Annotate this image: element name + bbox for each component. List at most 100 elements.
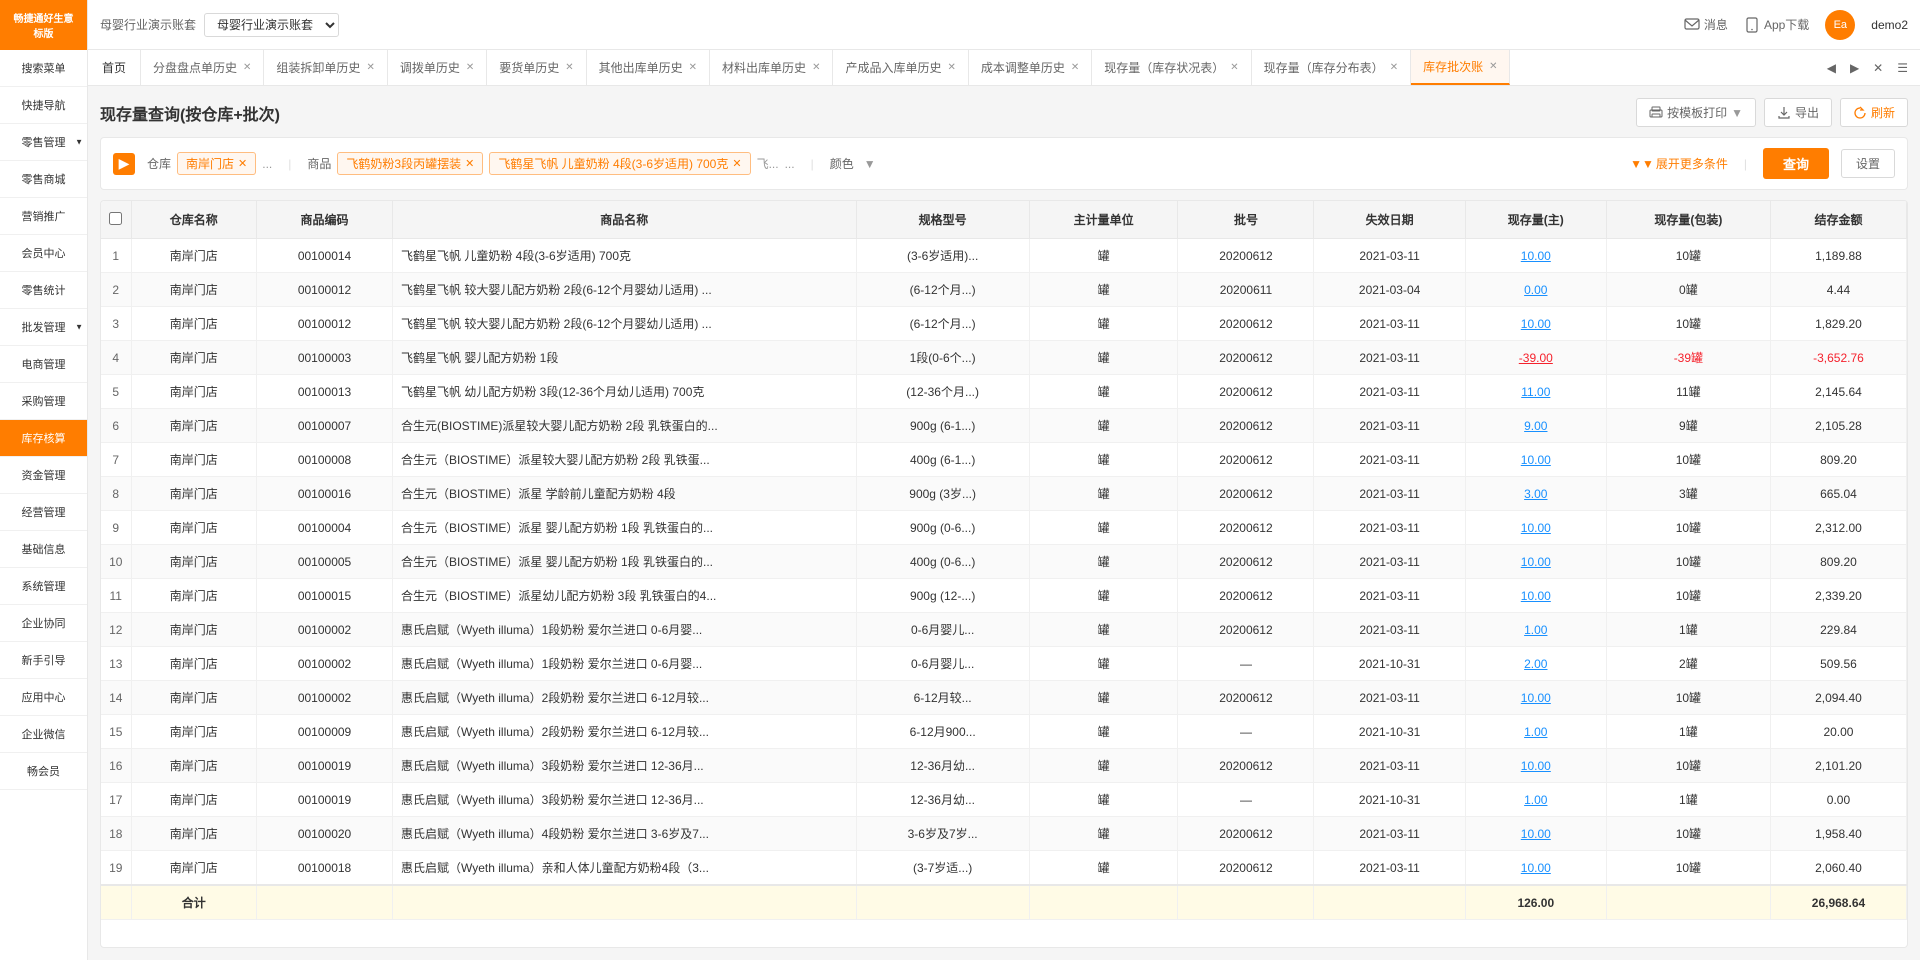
row-expire: 2021-03-11 — [1314, 545, 1465, 579]
tab-close-6[interactable]: ✕ — [947, 62, 955, 73]
row-amount: 2,101.20 — [1770, 749, 1906, 783]
print-icon — [1649, 106, 1663, 120]
tab-item-4[interactable]: 其他出库单历史✕ — [587, 50, 710, 85]
tab-item-5[interactable]: 材料出库单历史✕ — [710, 50, 833, 85]
tab-item-2[interactable]: 调拨单历史✕ — [388, 50, 487, 85]
tab-prev-arrow[interactable]: ◀ — [1823, 59, 1840, 77]
sidebar-item-0[interactable]: 搜索菜单 — [0, 50, 87, 87]
refresh-button[interactable]: 刷新 — [1840, 98, 1908, 127]
product-tag-1[interactable]: 飞鹤奶粉3段丙罐摆装 ✕ — [337, 152, 483, 175]
row-qty-main[interactable]: 10.00 — [1465, 851, 1606, 886]
sidebar-item-6[interactable]: 零售统计 — [0, 272, 87, 309]
row-amount: -3,652.76 — [1770, 341, 1906, 375]
row-name: 合生元（BIOSTIME）派星幼儿配方奶粉 3段 乳铁蛋白的4... — [393, 579, 857, 613]
tab-close-all[interactable]: ✕ — [1869, 59, 1887, 77]
product-tag-2[interactable]: 飞鹤星飞帆 儿童奶粉 4段(3-6岁适用) 700克 ✕ — [489, 152, 750, 175]
sidebar-item-7[interactable]: 批发管理 — [0, 309, 87, 346]
sidebar-item-14[interactable]: 系统管理 — [0, 568, 87, 605]
row-qty-main[interactable]: 1.00 — [1465, 715, 1606, 749]
tab-item-1[interactable]: 组装拆卸单历史✕ — [264, 50, 387, 85]
warehouse-more[interactable]: ... — [262, 157, 272, 171]
product-tag-1-close[interactable]: ✕ — [465, 157, 474, 170]
row-qty-main[interactable]: 2.00 — [1465, 647, 1606, 681]
filter-expand-button[interactable]: ▶ — [113, 153, 135, 175]
sidebar-item-17[interactable]: 应用中心 — [0, 679, 87, 716]
sidebar-item-2[interactable]: 零售管理 — [0, 124, 87, 161]
tab-item-8[interactable]: 现存量（库存状况表）✕ — [1092, 50, 1251, 85]
color-dropdown[interactable]: ▼ — [864, 157, 876, 171]
row-qty-main[interactable]: 10.00 — [1465, 817, 1606, 851]
tab-close-1[interactable]: ✕ — [366, 62, 374, 73]
row-qty-main[interactable]: 10.00 — [1465, 545, 1606, 579]
tab-label-10: 库存批次账 — [1423, 58, 1483, 75]
message-button[interactable]: 消息 — [1684, 16, 1728, 33]
sidebar-item-8[interactable]: 电商管理 — [0, 346, 87, 383]
warehouse-tag[interactable]: 南岸门店 ✕ — [177, 152, 256, 175]
tab-close-7[interactable]: ✕ — [1071, 62, 1079, 73]
sidebar-item-12[interactable]: 经营管理 — [0, 494, 87, 531]
sidebar-item-11[interactable]: 资金管理 — [0, 457, 87, 494]
search-button[interactable]: 查询 — [1763, 148, 1829, 179]
table-row: 2南岸门店00100012飞鹤星飞帆 较大婴儿配方奶粉 2段(6-12个月婴幼儿… — [101, 273, 1907, 307]
account-select[interactable]: 母婴行业演示账套 — [204, 13, 339, 37]
sidebar-item-19[interactable]: 畅会员 — [0, 753, 87, 790]
sidebar-item-1[interactable]: 快捷导航 — [0, 87, 87, 124]
row-qty-main[interactable]: 9.00 — [1465, 409, 1606, 443]
warehouse-tag-close[interactable]: ✕ — [238, 157, 247, 170]
sidebar-item-5[interactable]: 会员中心 — [0, 235, 87, 272]
select-all-checkbox[interactable] — [109, 212, 122, 225]
tab-close-10[interactable]: ✕ — [1489, 61, 1497, 72]
export-button[interactable]: 导出 — [1764, 98, 1832, 127]
row-qty-main[interactable]: 10.00 — [1465, 239, 1606, 273]
tab-item-0[interactable]: 分盘盘点单历史✕ — [141, 50, 264, 85]
row-qty-main[interactable]: 10.00 — [1465, 681, 1606, 715]
sidebar-item-4[interactable]: 营销推广 — [0, 198, 87, 235]
sidebar-item-9[interactable]: 采购管理 — [0, 383, 87, 420]
product-more-dots[interactable]: ... — [785, 157, 795, 171]
row-qty-main[interactable]: 10.00 — [1465, 749, 1606, 783]
row-qty-main[interactable]: 10.00 — [1465, 579, 1606, 613]
app-download-button[interactable]: App下载 — [1744, 16, 1809, 33]
summary-qty-main: 126.00 — [1465, 885, 1606, 920]
tab-menu[interactable]: ☰ — [1893, 59, 1912, 77]
row-expire: 2021-03-11 — [1314, 579, 1465, 613]
row-unit: 罐 — [1029, 341, 1178, 375]
tab-item-6[interactable]: 产成品入库单历史✕ — [833, 50, 968, 85]
sidebar-item-15[interactable]: 企业协同 — [0, 605, 87, 642]
template-print-button[interactable]: 按模板打印 ▼ — [1636, 98, 1756, 127]
tab-close-5[interactable]: ✕ — [812, 62, 820, 73]
product-more[interactable]: 飞... — [757, 155, 779, 172]
tab-close-2[interactable]: ✕ — [466, 62, 474, 73]
row-qty-main[interactable]: 10.00 — [1465, 511, 1606, 545]
settings-button[interactable]: 设置 — [1841, 149, 1895, 178]
row-qty-main[interactable]: -39.00 — [1465, 341, 1606, 375]
tab-close-0[interactable]: ✕ — [243, 62, 251, 73]
row-name: 合生元（BIOSTIME）派星 学龄前儿童配方奶粉 4段 — [393, 477, 857, 511]
tab-home[interactable]: 首页 — [88, 50, 141, 85]
tab-item-7[interactable]: 成本调整单历史✕ — [969, 50, 1092, 85]
sidebar-item-18[interactable]: 企业微信 — [0, 716, 87, 753]
row-qty-main[interactable]: 10.00 — [1465, 443, 1606, 477]
user-avatar[interactable]: Ea — [1825, 10, 1855, 40]
tab-item-3[interactable]: 要货单历史✕ — [487, 50, 586, 85]
tab-close-9[interactable]: ✕ — [1390, 62, 1398, 73]
tab-close-8[interactable]: ✕ — [1230, 62, 1238, 73]
row-qty-main[interactable]: 0.00 — [1465, 273, 1606, 307]
sidebar-item-16[interactable]: 新手引导 — [0, 642, 87, 679]
row-qty-main[interactable]: 1.00 — [1465, 613, 1606, 647]
sidebar-item-3[interactable]: 零售商城 — [0, 161, 87, 198]
sidebar-item-10[interactable]: 库存核算 — [0, 420, 87, 457]
row-qty-main[interactable]: 1.00 — [1465, 783, 1606, 817]
row-qty-main[interactable]: 3.00 — [1465, 477, 1606, 511]
sidebar-item-13[interactable]: 基础信息 — [0, 531, 87, 568]
tab-item-10[interactable]: 库存批次账 ✕ — [1411, 50, 1510, 85]
product-tag-2-close[interactable]: ✕ — [732, 157, 741, 170]
user-name[interactable]: demo2 — [1871, 18, 1908, 32]
tab-item-9[interactable]: 现存量（库存分布表）✕ — [1252, 50, 1411, 85]
row-qty-main[interactable]: 11.00 — [1465, 375, 1606, 409]
row-qty-main[interactable]: 10.00 — [1465, 307, 1606, 341]
expand-more-button[interactable]: ▼▼ 展开更多条件 — [1630, 155, 1728, 172]
tab-close-3[interactable]: ✕ — [565, 62, 573, 73]
tab-close-4[interactable]: ✕ — [689, 62, 697, 73]
tab-next-arrow[interactable]: ▶ — [1846, 59, 1863, 77]
